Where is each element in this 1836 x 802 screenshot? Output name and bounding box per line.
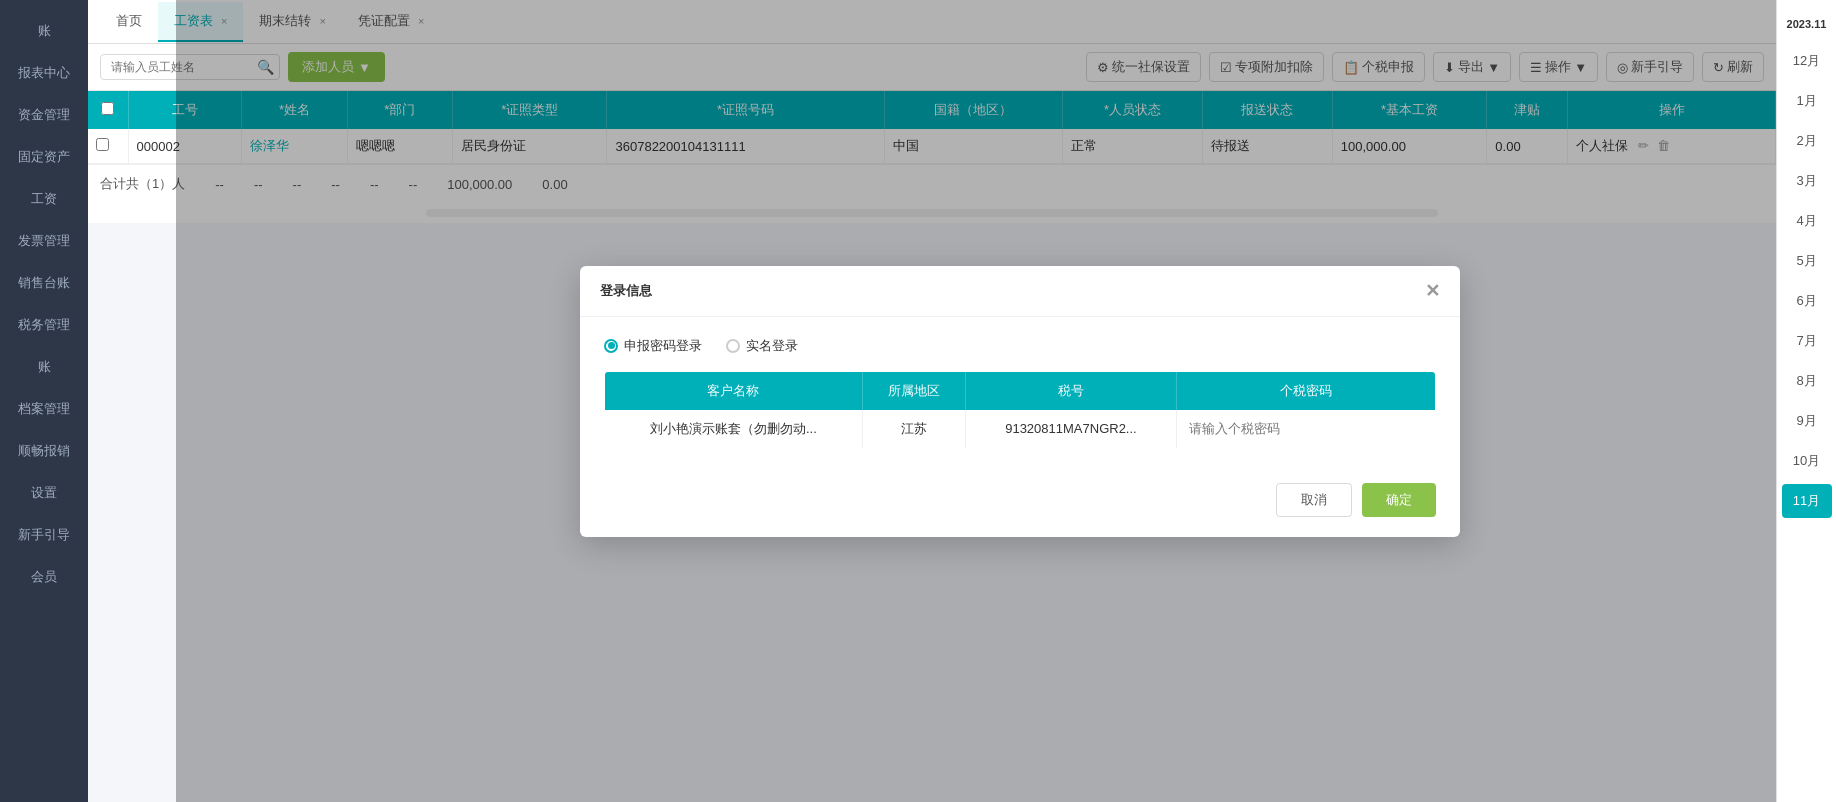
sidebar-label-reports: 报表中心 — [18, 65, 70, 80]
radio-option1-dot[interactable] — [604, 339, 618, 353]
login-modal: 登录信息 ✕ 申报密码登录 实名登录 — [580, 266, 1460, 537]
sidebar-label-salary: 工资 — [31, 191, 57, 206]
month-jun[interactable]: 6月 — [1782, 284, 1832, 318]
modal-region: 江苏 — [862, 410, 965, 449]
modal-col-name: 客户名称 — [605, 371, 863, 410]
sidebar-label-member: 会员 — [31, 569, 57, 584]
modal-header: 登录信息 ✕ — [580, 266, 1460, 317]
modal-col-taxno: 税号 — [966, 371, 1176, 410]
sidebar-item-expense[interactable]: 顺畅报销 — [0, 430, 88, 472]
tab-home-label: 首页 — [116, 12, 142, 30]
month-sep[interactable]: 9月 — [1782, 404, 1832, 438]
month-apr[interactable]: 4月 — [1782, 204, 1832, 238]
select-all-checkbox[interactable] — [101, 102, 114, 115]
sidebar-item-archive[interactable]: 档案管理 — [0, 388, 88, 430]
modal-col-region: 所属地区 — [862, 371, 965, 410]
sidebar-item-funds[interactable]: 资金管理 — [0, 94, 88, 136]
sidebar-item-assets[interactable]: 固定资产 — [0, 136, 88, 178]
sidebar-label-tax: 税务管理 — [18, 317, 70, 332]
year-label: 2023.11 — [1782, 10, 1832, 38]
month-dec[interactable]: 12月 — [1782, 44, 1832, 78]
month-feb[interactable]: 2月 — [1782, 124, 1832, 158]
sidebar-label-guide: 新手引导 — [18, 527, 70, 542]
sidebar-item-ledger[interactable]: 账 — [0, 346, 88, 388]
radio-option1-text: 申报密码登录 — [624, 337, 702, 355]
confirm-button[interactable]: 确定 — [1362, 483, 1436, 517]
sidebar-label-invoice: 发票管理 — [18, 233, 70, 248]
modal-password-cell[interactable] — [1176, 410, 1435, 449]
sidebar-item-sales[interactable]: 销售台账 — [0, 262, 88, 304]
radio-row: 申报密码登录 实名登录 — [604, 337, 1436, 355]
sidebar-label-assets: 固定资产 — [18, 149, 70, 164]
total-count: 合计共（1）人 — [100, 175, 185, 193]
month-mar[interactable]: 3月 — [1782, 164, 1832, 198]
modal-col-password: 个税密码 — [1176, 371, 1435, 410]
sidebar-label-accounts: 账 — [38, 23, 51, 38]
modal-tax-no: 91320811MA7NGR2... — [966, 410, 1176, 449]
sidebar-item-accounts[interactable]: 账 — [0, 10, 88, 52]
modal-table-row: 刘小艳演示账套（勿删勿动... 江苏 91320811MA7NGR2... — [605, 410, 1436, 449]
modal-footer: 取消 确定 — [580, 469, 1460, 537]
sidebar-label-expense: 顺畅报销 — [18, 443, 70, 458]
modal-inner-table: 客户名称 所属地区 税号 个税密码 刘小艳演示账套（勿删勿动... 江苏 913… — [604, 371, 1436, 449]
modal-client-name: 刘小艳演示账套（勿删勿动... — [605, 410, 863, 449]
right-panel: 2023.11 12月 1月 2月 3月 4月 5月 6月 7月 8月 9月 1… — [1776, 0, 1836, 802]
sidebar-item-guide[interactable]: 新手引导 — [0, 514, 88, 556]
row-checkbox[interactable] — [96, 138, 109, 151]
sidebar-item-member[interactable]: 会员 — [0, 556, 88, 598]
sidebar-label-ledger: 账 — [38, 359, 51, 374]
tab-home[interactable]: 首页 — [100, 2, 158, 42]
sidebar-item-salary[interactable]: 工资 — [0, 178, 88, 220]
sidebar-item-invoice[interactable]: 发票管理 — [0, 220, 88, 262]
month-may[interactable]: 5月 — [1782, 244, 1832, 278]
sidebar-label-archive: 档案管理 — [18, 401, 70, 416]
radio-option2-text: 实名登录 — [746, 337, 798, 355]
radio-option2-dot[interactable] — [726, 339, 740, 353]
sidebar: 账 报表中心 资金管理 固定资产 工资 发票管理 销售台账 税务管理 账 档案管… — [0, 0, 88, 802]
sidebar-label-settings: 设置 — [31, 485, 57, 500]
sidebar-item-reports[interactable]: 报表中心 — [0, 52, 88, 94]
sidebar-item-tax[interactable]: 税务管理 — [0, 304, 88, 346]
sidebar-label-sales: 销售台账 — [18, 275, 70, 290]
month-jan[interactable]: 1月 — [1782, 84, 1832, 118]
month-nov[interactable]: 11月 — [1782, 484, 1832, 518]
sidebar-item-settings[interactable]: 设置 — [0, 472, 88, 514]
cancel-button[interactable]: 取消 — [1276, 483, 1352, 517]
radio-option1-label[interactable]: 申报密码登录 — [604, 337, 702, 355]
month-jul[interactable]: 7月 — [1782, 324, 1832, 358]
modal-overlay: 登录信息 ✕ 申报密码登录 实名登录 — [176, 0, 1776, 802]
month-oct[interactable]: 10月 — [1782, 444, 1832, 478]
main-area: 首页 工资表 × 期末结转 × 凭证配置 × 🔍 添加人员 ▼ ⚙ 统一社保设置 — [88, 0, 1776, 802]
sidebar-label-funds: 资金管理 — [18, 107, 70, 122]
modal-title: 登录信息 — [600, 282, 652, 300]
modal-password-input[interactable] — [1189, 421, 1423, 436]
month-aug[interactable]: 8月 — [1782, 364, 1832, 398]
modal-body: 申报密码登录 实名登录 客户名称 所属地区 税号 个税密码 — [580, 317, 1460, 469]
modal-close-button[interactable]: ✕ — [1425, 280, 1440, 302]
radio-option2-label[interactable]: 实名登录 — [726, 337, 798, 355]
